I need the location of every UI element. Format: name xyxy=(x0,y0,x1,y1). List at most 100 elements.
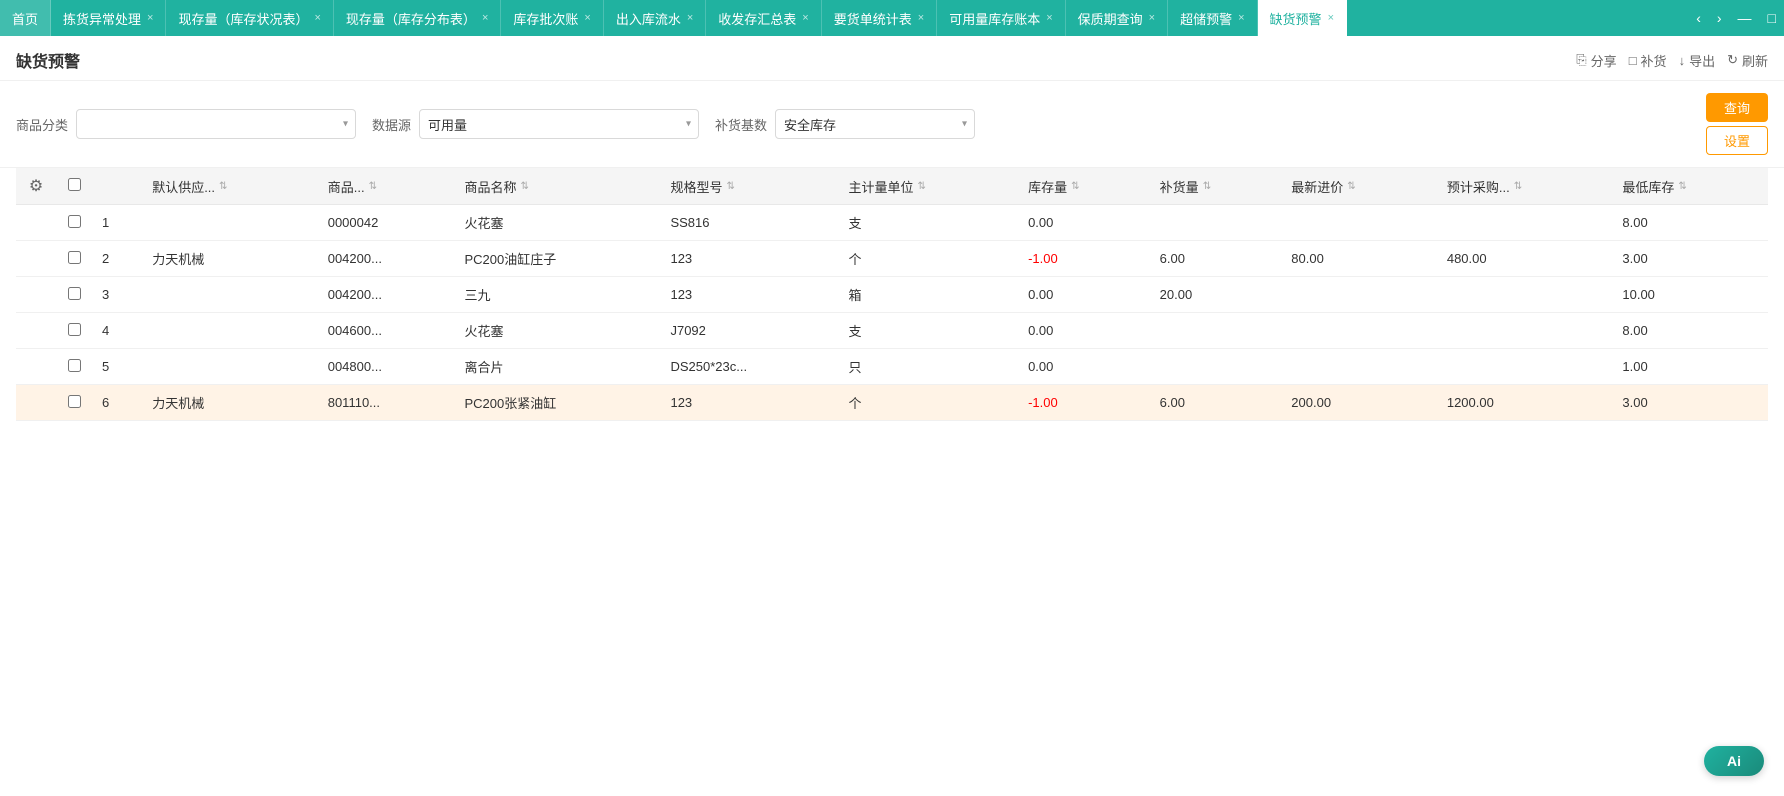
tab-close-icon[interactable]: × xyxy=(147,12,153,24)
settings-button[interactable]: 设置 xyxy=(1706,126,1768,155)
row-checkbox[interactable] xyxy=(68,251,81,264)
table-gear-icon[interactable]: ⚙ xyxy=(29,178,43,195)
row-spec: 123 xyxy=(660,277,838,313)
category-select[interactable] xyxy=(76,109,356,139)
row-index: 2 xyxy=(92,241,142,277)
replenish-base-chevron-icon: ▾ xyxy=(962,119,967,130)
row-supplier: 力天机械 xyxy=(142,385,318,421)
tab-label: 拣货异常处理 xyxy=(63,9,141,28)
tab-nav-buttons: ‹ › — □ xyxy=(1688,0,1784,36)
export-button[interactable]: ↓ 导出 xyxy=(1679,51,1716,70)
row-index: 6 xyxy=(92,385,142,421)
row-spec: 123 xyxy=(660,241,838,277)
table-row: 3 004200... 三九 123 箱 0.00 20.00 10.00 xyxy=(16,277,1768,313)
row-checkbox-cell xyxy=(56,205,92,241)
row-est-purchase xyxy=(1437,205,1613,241)
row-replenish-qty xyxy=(1150,349,1282,385)
table-row: 4 004600... 火花塞 J7092 支 0.00 8.00 xyxy=(16,313,1768,349)
row-min-stock: 1.00 xyxy=(1612,349,1768,385)
share-button[interactable]: ⎘ 分享 xyxy=(1576,51,1616,70)
col-unit[interactable]: 主计量单位 ⇅ xyxy=(839,168,1019,205)
row-min-stock: 8.00 xyxy=(1612,313,1768,349)
row-stock: 0.00 xyxy=(1018,349,1150,385)
row-replenish-qty: 6.00 xyxy=(1150,241,1282,277)
row-checkbox[interactable] xyxy=(68,323,81,336)
ai-badge[interactable]: Ai xyxy=(1704,746,1764,776)
tab-------[interactable]: 收发存汇总表× xyxy=(706,0,821,36)
tab-close-icon[interactable]: × xyxy=(687,12,693,24)
tab-prev-button[interactable]: ‹ xyxy=(1688,0,1709,36)
tab-------[interactable]: 拣货异常处理 × xyxy=(51,0,166,36)
replenish-base-select[interactable]: 安全库存 xyxy=(775,109,975,139)
tab-----[interactable]: 缺货预警× xyxy=(1258,0,1347,36)
tab-close-icon[interactable]: × xyxy=(1046,12,1052,24)
sort-icon-name: ⇅ xyxy=(521,181,529,192)
col-est-purchase[interactable]: 预计采购... ⇅ xyxy=(1437,168,1613,205)
row-unit: 支 xyxy=(839,205,1019,241)
row-latest-price xyxy=(1281,313,1437,349)
row-settings-cell xyxy=(16,349,56,385)
row-settings-cell xyxy=(16,313,56,349)
select-all-checkbox[interactable] xyxy=(68,178,81,191)
row-checkbox[interactable] xyxy=(68,395,81,408)
replenish-button[interactable]: □ 补货 xyxy=(1629,51,1667,70)
col-default-supplier[interactable]: 默认供应... ⇅ xyxy=(142,168,318,205)
datasource-value: 可用量 xyxy=(428,115,467,134)
tab------[interactable]: 出入库流水× xyxy=(604,0,706,36)
row-unit: 个 xyxy=(839,241,1019,277)
row-replenish-qty: 6.00 xyxy=(1150,385,1282,421)
row-checkbox[interactable] xyxy=(68,215,81,228)
row-spec: 123 xyxy=(660,385,838,421)
sort-icon-min-stock: ⇅ xyxy=(1678,181,1686,192)
row-product-name: 火花塞 xyxy=(455,313,661,349)
row-checkbox[interactable] xyxy=(68,287,81,300)
col-stock[interactable]: 库存量 ⇅ xyxy=(1018,168,1150,205)
row-product-code: 004200... xyxy=(318,241,455,277)
tab-----------[interactable]: 现存量（库存状况表）× xyxy=(166,0,333,36)
row-min-stock: 3.00 xyxy=(1612,385,1768,421)
query-button[interactable]: 查询 xyxy=(1706,93,1768,122)
row-est-purchase: 480.00 xyxy=(1437,241,1613,277)
row-est-purchase xyxy=(1437,277,1613,313)
tab-close-icon[interactable]: × xyxy=(802,12,808,24)
tab------[interactable]: 保质期查询 × xyxy=(1066,0,1168,36)
tab-close-icon[interactable]: × xyxy=(918,12,924,24)
tab------[interactable]: 库存批次账× xyxy=(501,0,603,36)
replenish-base-filter-label: 补货基数 xyxy=(715,115,767,134)
tab--------[interactable]: 可用量库存账本× xyxy=(937,0,1065,36)
row-supplier xyxy=(142,277,318,313)
tab-minimize-button[interactable]: — xyxy=(1730,0,1760,36)
row-latest-price: 80.00 xyxy=(1281,241,1437,277)
col-spec[interactable]: 规格型号 ⇅ xyxy=(660,168,838,205)
replenish-base-select-wrapper: 安全库存 ▾ xyxy=(775,109,975,139)
category-chevron-icon: ▾ xyxy=(343,119,348,130)
col-min-stock[interactable]: 最低库存 ⇅ xyxy=(1612,168,1768,205)
tab-close-icon[interactable]: × xyxy=(482,12,488,24)
col-product-name[interactable]: 商品名称 ⇅ xyxy=(455,168,661,205)
tab---[interactable]: 首页 xyxy=(0,0,51,36)
tab-----[interactable]: 超储预警× xyxy=(1168,0,1257,36)
share-icon: ⎘ xyxy=(1576,52,1586,68)
col-product-code[interactable]: 商品... ⇅ xyxy=(318,168,455,205)
tab-------[interactable]: 要货单统计表× xyxy=(822,0,937,36)
tab-close-icon[interactable]: × xyxy=(584,12,590,24)
row-est-purchase xyxy=(1437,313,1613,349)
sort-icon-stock: ⇅ xyxy=(1071,181,1079,192)
row-checkbox[interactable] xyxy=(68,359,81,372)
col-latest-price[interactable]: 最新进价 ⇅ xyxy=(1281,168,1437,205)
tab-label: 保质期查询 xyxy=(1078,9,1143,28)
tab-----------[interactable]: 现存量（库存分布表）× xyxy=(334,0,501,36)
refresh-button[interactable]: ↻ 刷新 xyxy=(1727,51,1768,70)
tab-close-icon[interactable]: × xyxy=(1328,12,1334,24)
tab-next-button[interactable]: › xyxy=(1709,0,1730,36)
col-replenish-qty[interactable]: 补货量 ⇅ xyxy=(1150,168,1282,205)
filter-group-datasource: 数据源 可用量 ▾ xyxy=(372,109,699,139)
tab-close-icon[interactable]: × xyxy=(314,12,320,24)
tab-close-icon[interactable]: × xyxy=(1238,12,1244,24)
row-product-code: 0000042 xyxy=(318,205,455,241)
row-latest-price xyxy=(1281,349,1437,385)
row-spec: J7092 xyxy=(660,313,838,349)
datasource-select[interactable]: 可用量 xyxy=(419,109,699,139)
tab-maximize-button[interactable]: □ xyxy=(1760,0,1784,36)
tab-close-icon[interactable]: × xyxy=(1149,12,1155,24)
